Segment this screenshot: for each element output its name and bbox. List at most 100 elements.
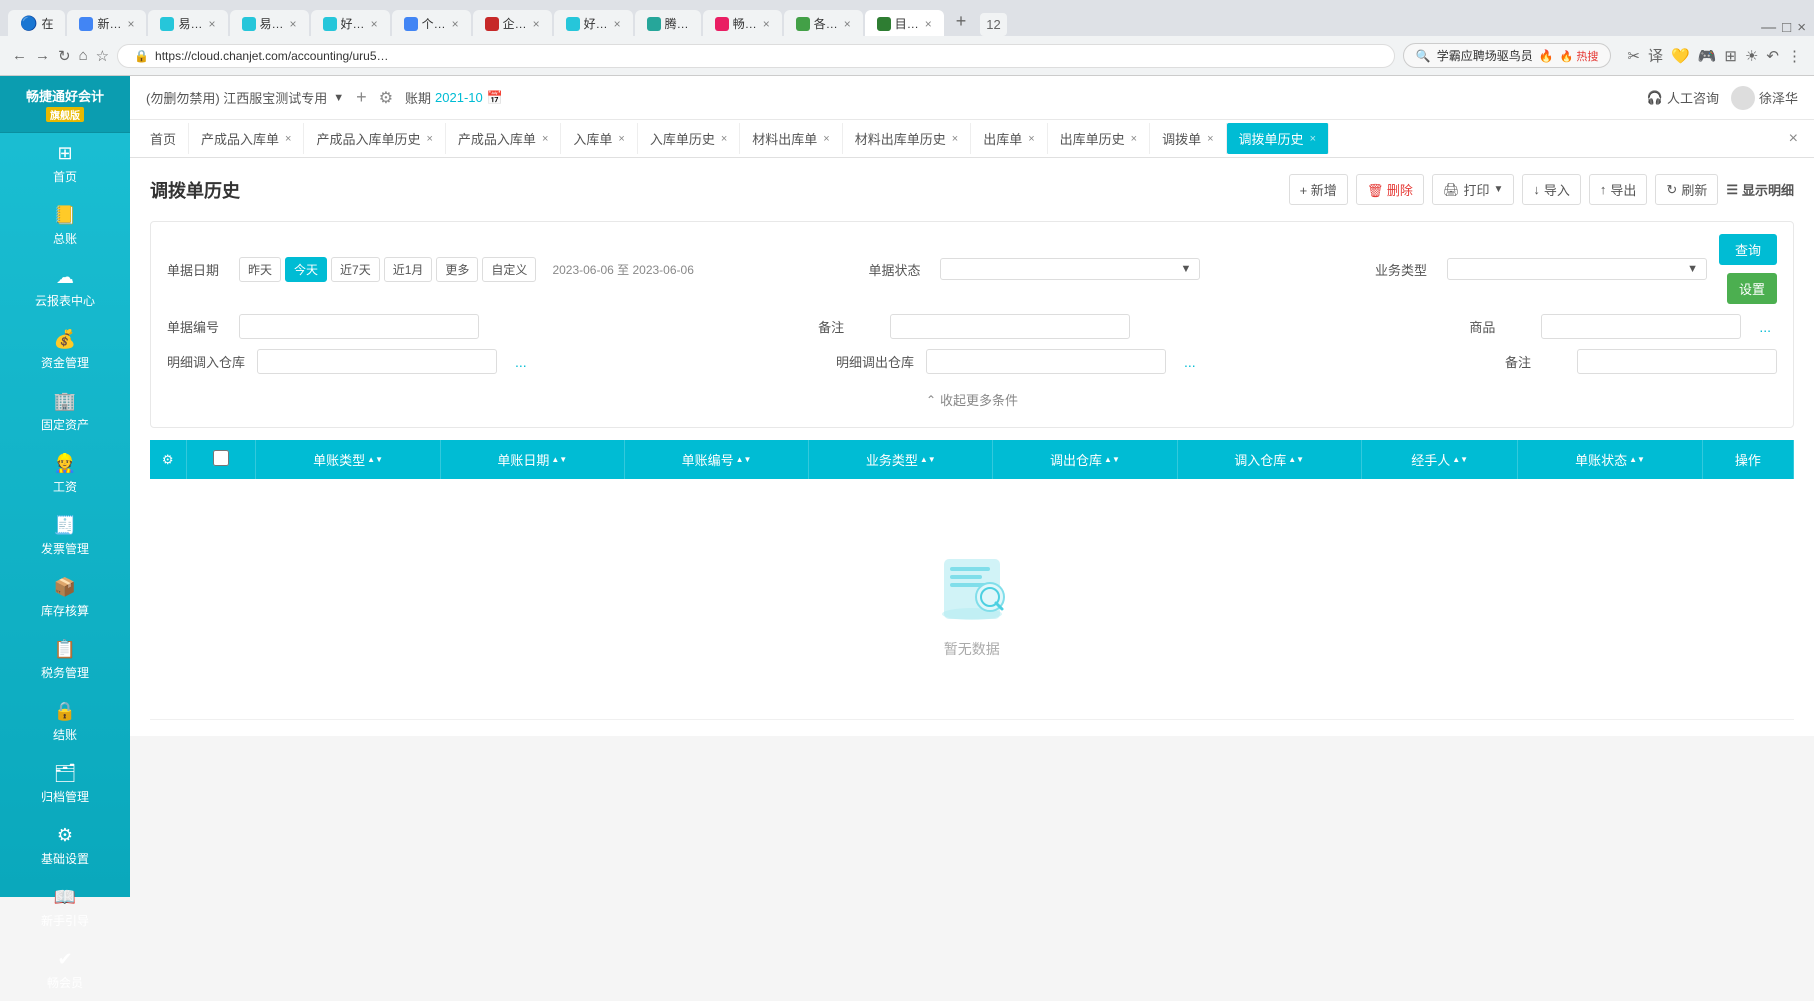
tab-close-transfer-history[interactable]: ×: [1310, 133, 1316, 145]
sort-in-warehouse-icon[interactable]: ▲▼: [1288, 456, 1304, 464]
sidebar-item-ledger[interactable]: 📒 总账: [0, 195, 130, 257]
browser-tab-5[interactable]: 个… ×: [392, 10, 471, 36]
chrome-search-box[interactable]: 🔍 学霸应聘场驱鸟员 🔥 🔥 热搜: [1403, 43, 1612, 68]
sidebar-item-reports[interactable]: ☁ 云报表中心: [0, 257, 130, 319]
sidebar-item-guide[interactable]: 📖 新手引导: [0, 877, 130, 939]
tab-transfer[interactable]: 调拨单 ×: [1150, 123, 1226, 154]
forward-button[interactable]: →: [35, 47, 50, 64]
extensions-icon[interactable]: ✂: [1627, 47, 1640, 65]
browser-tab-8[interactable]: 腾…: [635, 10, 701, 36]
browser-tab-6[interactable]: 企… ×: [473, 10, 552, 36]
remark-input[interactable]: [890, 314, 1130, 339]
doc-no-input[interactable]: [239, 314, 479, 339]
sort-doc-no-icon[interactable]: ▲▼: [736, 456, 752, 464]
tab-close-finished-goods-in2[interactable]: ×: [542, 133, 548, 145]
maximize-button[interactable]: □: [1782, 19, 1791, 36]
sidebar-item-member[interactable]: ✔ 畅会员: [0, 939, 130, 1001]
col-doc-status[interactable]: 单账状态 ▲▼: [1518, 440, 1702, 479]
sidebar-item-home[interactable]: ⊞ 首页: [0, 133, 130, 195]
browser-tab-10[interactable]: 各… ×: [784, 10, 863, 36]
tab-close-outbound-history[interactable]: ×: [1131, 133, 1137, 145]
sidebar-item-settings[interactable]: ⚙ 基础设置: [0, 815, 130, 877]
tab-close-finished-goods-in[interactable]: ×: [285, 133, 291, 145]
new-tab-button[interactable]: +: [946, 7, 977, 36]
user-profile-button[interactable]: 徐泽华: [1731, 86, 1798, 110]
col-checkbox[interactable]: [186, 440, 256, 479]
display-cols-button[interactable]: ☰ 显示明细: [1726, 180, 1794, 199]
sort-biz-type-icon[interactable]: ▲▼: [920, 456, 936, 464]
sidebar-item-tax[interactable]: 📋 税务管理: [0, 629, 130, 691]
detail-in-input[interactable]: [257, 349, 497, 374]
bookmark-button[interactable]: ☆: [96, 47, 109, 65]
tab-close-outbound[interactable]: ×: [1028, 133, 1034, 145]
table-gear-icon[interactable]: ⚙: [162, 452, 174, 467]
period-selector[interactable]: 账期 2021-10 📅: [405, 88, 503, 107]
setting-button[interactable]: 设置: [1727, 273, 1777, 304]
detail-in-more-icon[interactable]: ...: [509, 354, 533, 370]
detail-out-more-icon[interactable]: ...: [1178, 354, 1202, 370]
add-company-button[interactable]: +: [356, 87, 367, 108]
browser-tab-11[interactable]: 目… ×: [865, 10, 944, 36]
col-out-warehouse[interactable]: 调出仓库 ▲▼: [993, 440, 1177, 479]
sort-handler-icon[interactable]: ▲▼: [1452, 456, 1468, 464]
sidebar-item-closing[interactable]: 🔒 结账: [0, 691, 130, 753]
tab-home[interactable]: 首页: [138, 123, 189, 154]
col-biz-type[interactable]: 业务类型 ▲▼: [809, 440, 993, 479]
import-button[interactable]: ↓ 导入: [1522, 174, 1581, 205]
goods-input[interactable]: [1541, 314, 1741, 339]
sort-doc-type-icon[interactable]: ▲▼: [367, 456, 383, 464]
remark2-input[interactable]: [1577, 349, 1777, 374]
close-window-button[interactable]: ×: [1797, 19, 1806, 36]
new-button[interactable]: + 新增: [1289, 174, 1348, 205]
sidebar-item-assets[interactable]: 🏢 固定资产: [0, 381, 130, 443]
sidebar-item-archive[interactable]: 🗂 归档管理: [0, 753, 130, 815]
theme-icon[interactable]: ☀: [1745, 47, 1758, 65]
tab-material-out[interactable]: 材料出库单 ×: [740, 123, 842, 154]
date-btn-1month[interactable]: 近1月: [384, 257, 433, 282]
undo-icon[interactable]: ↶: [1766, 47, 1779, 65]
collapse-more-button[interactable]: ⌃ 收起更多条件: [167, 384, 1777, 415]
back-button[interactable]: ←: [12, 47, 27, 64]
browser-tab-7[interactable]: 好… ×: [554, 10, 633, 36]
export-button[interactable]: ↑ 导出: [1589, 174, 1648, 205]
sidebar-item-inventory[interactable]: 📦 库存核算: [0, 567, 130, 629]
browser-tab-2[interactable]: 易… ×: [148, 10, 227, 36]
settings-gear-icon[interactable]: ⚙: [379, 88, 393, 108]
browser-tab-home[interactable]: 🔵 在: [8, 10, 65, 36]
tab-inbound-history[interactable]: 入库单历史 ×: [638, 123, 740, 154]
biz-type-filter-select[interactable]: ▼: [1447, 258, 1707, 280]
tab-close-inbound-history[interactable]: ×: [721, 133, 727, 145]
sidebar-item-invoice[interactable]: 🧾 发票管理: [0, 505, 130, 567]
col-doc-type[interactable]: 单账类型 ▲▼: [256, 440, 440, 479]
goods-more-icon[interactable]: ...: [1753, 319, 1777, 335]
menu-icon[interactable]: ⋮: [1787, 47, 1802, 65]
sidebar-item-finance[interactable]: 💰 资金管理: [0, 319, 130, 381]
refresh-button[interactable]: ↻ 刷新: [1655, 174, 1718, 205]
tab-outbound[interactable]: 出库单 ×: [971, 123, 1047, 154]
grid-icon[interactable]: ⊞: [1724, 47, 1737, 65]
status-filter-select[interactable]: ▼: [940, 258, 1200, 280]
minimize-button[interactable]: —: [1761, 19, 1776, 36]
wallet-icon[interactable]: 💛: [1671, 47, 1690, 65]
sidebar-item-wages[interactable]: 👷 工资: [0, 443, 130, 505]
browser-tab-9[interactable]: 畅… ×: [703, 10, 782, 36]
tab-close-inbound[interactable]: ×: [618, 133, 624, 145]
tab-material-out-history[interactable]: 材料出库单历史 ×: [843, 123, 971, 154]
sort-doc-status-icon[interactable]: ▲▼: [1629, 456, 1645, 464]
date-btn-custom[interactable]: 自定义: [482, 257, 536, 282]
sort-out-warehouse-icon[interactable]: ▲▼: [1104, 456, 1120, 464]
translate-icon[interactable]: 译: [1648, 45, 1663, 66]
col-doc-no[interactable]: 单账编号 ▲▼: [624, 440, 808, 479]
print-button[interactable]: 🖨 打印 ▼: [1432, 174, 1514, 205]
tab-count-badge[interactable]: 12: [980, 13, 1006, 36]
tab-close-material-out-history[interactable]: ×: [952, 133, 958, 145]
date-btn-7days[interactable]: 近7天: [331, 257, 380, 282]
col-handler[interactable]: 经手人 ▲▼: [1361, 440, 1518, 479]
home-button[interactable]: ⌂: [79, 47, 88, 64]
browser-tab-1[interactable]: 新… ×: [67, 10, 146, 36]
select-all-checkbox[interactable]: [213, 450, 229, 466]
tab-finished-goods-in-history[interactable]: 产成品入库单历史 ×: [304, 123, 445, 154]
browser-tab-3[interactable]: 易… ×: [230, 10, 309, 36]
date-btn-yesterday[interactable]: 昨天: [239, 257, 281, 282]
query-button[interactable]: 查询: [1719, 234, 1777, 265]
